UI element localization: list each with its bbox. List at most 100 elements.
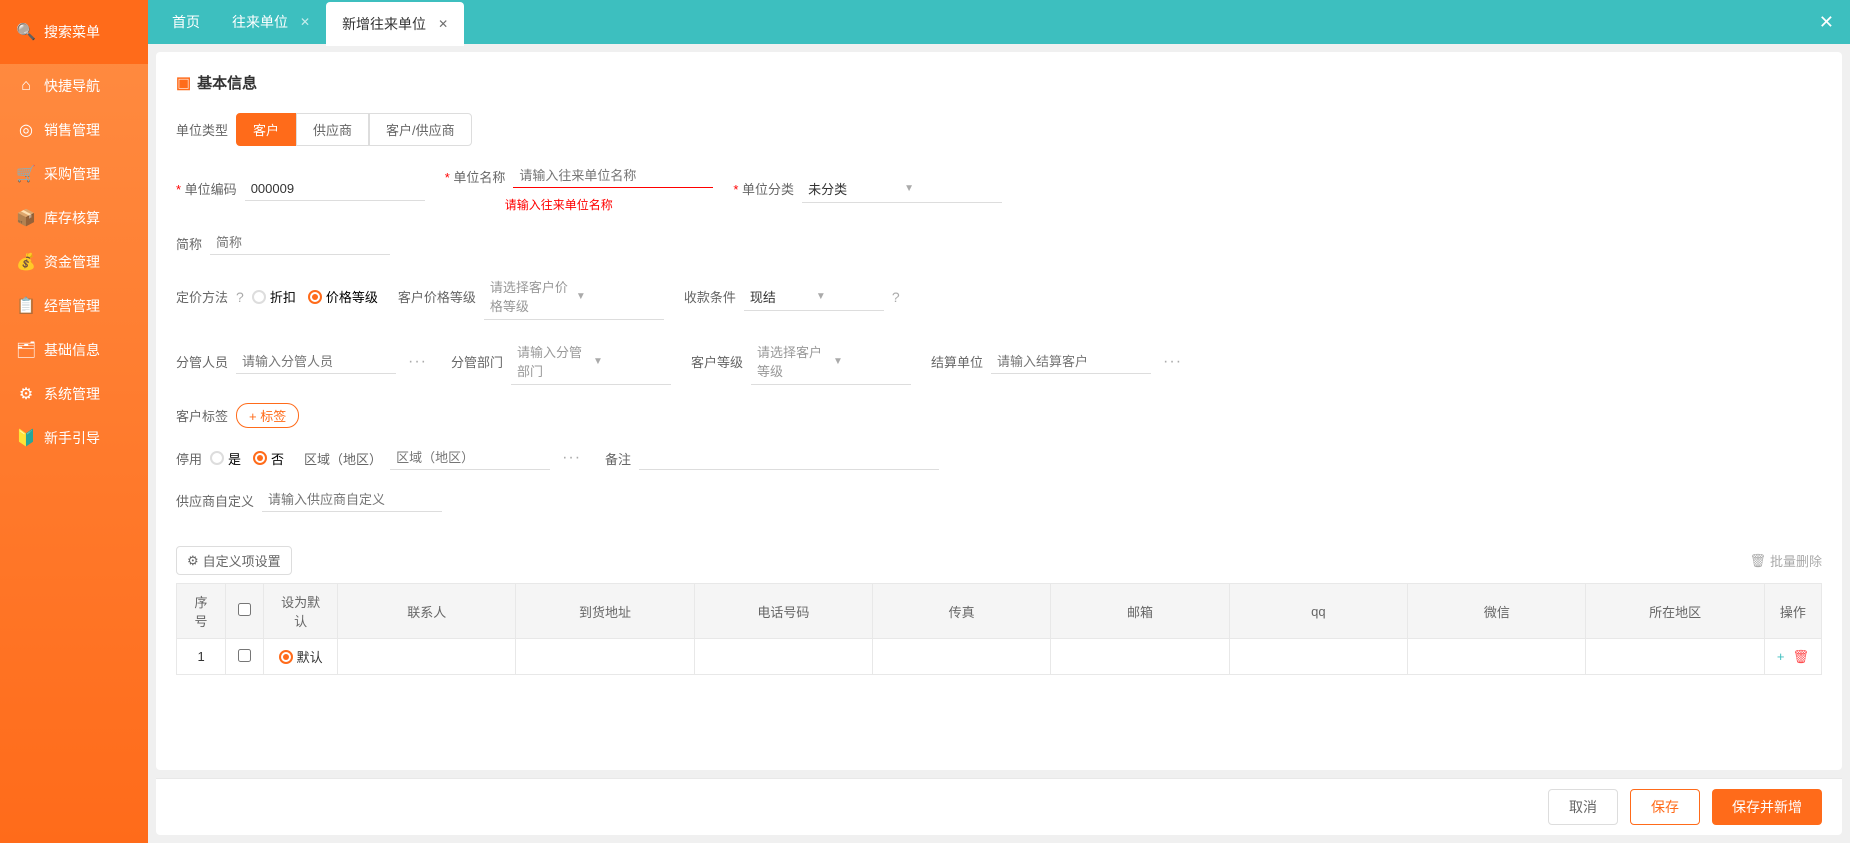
sidebar-item-purchase-label: 采购管理 <box>44 164 100 184</box>
radio-disable-no-circle <box>253 451 267 465</box>
sidebar-item-purchase[interactable]: 🛒 采购管理 <box>0 152 148 196</box>
batch-delete-icon: 🗑 <box>1749 553 1766 569</box>
search-menu-item[interactable]: 🔍 搜索菜单 <box>0 10 148 54</box>
main-close-button[interactable]: ✕ <box>1811 12 1842 33</box>
payment-terms-help-icon[interactable]: ? <box>892 289 900 305</box>
row-qq-input[interactable] <box>1242 649 1396 664</box>
row-seq: 1 <box>177 639 226 675</box>
radio-disable-yes[interactable]: 是 <box>210 449 241 468</box>
customer-level-select[interactable]: 请选择客户等级 ▼ <box>751 338 911 385</box>
disable-radio-group: 是 否 <box>210 449 284 468</box>
row-contact-input[interactable] <box>350 649 503 664</box>
customer-level-label: 客户等级 <box>691 352 743 371</box>
sidebar-item-quick-nav-label: 快捷导航 <box>44 76 100 96</box>
tab-new-trading-unit-label: 新增往来单位 <box>342 14 426 34</box>
short-name-field: 简称 <box>176 231 390 255</box>
remarks-field: 备注 <box>605 446 939 470</box>
guide-icon: 🔰 <box>16 428 36 448</box>
row-checkbox-cell <box>226 639 264 675</box>
tab-new-trading-unit[interactable]: 新增往来单位 ✕ <box>326 2 464 46</box>
row-action: + 🗑 <box>1764 639 1821 675</box>
pricing-method-help-icon[interactable]: ? <box>236 289 244 305</box>
customer-price-level-select[interactable]: 请选择客户价格等级 ▼ <box>484 273 664 320</box>
short-name-input[interactable] <box>210 231 390 255</box>
row-fax-input[interactable] <box>885 649 1038 664</box>
select-all-checkbox[interactable] <box>238 603 251 616</box>
region-input[interactable] <box>390 446 550 470</box>
tab-trading-units-close[interactable]: ✕ <box>300 15 310 29</box>
row-checkbox[interactable] <box>238 649 251 662</box>
department-select[interactable]: 请输入分管部门 ▼ <box>511 338 671 385</box>
unit-category-arrow: ▼ <box>904 183 996 194</box>
sidebar-item-finance[interactable]: 💰 资金管理 <box>0 240 148 284</box>
radio-price-level[interactable]: 价格等级 <box>308 287 378 306</box>
customer-price-level-placeholder: 请选择客户价格等级 <box>490 277 572 315</box>
tab-trading-units[interactable]: 往来单位 ✕ <box>216 0 326 44</box>
settlement-unit-more-btn[interactable]: ··· <box>1159 351 1186 373</box>
save-button[interactable]: 保存 <box>1630 789 1700 825</box>
row-wechat-input[interactable] <box>1420 649 1573 664</box>
row-add-button[interactable]: + <box>1777 649 1785 664</box>
settlement-unit-label: 结算单位 <box>931 352 983 371</box>
col-delivery-addr: 到货地址 <box>516 584 694 639</box>
row-delete-button[interactable]: 🗑 <box>1792 649 1809 665</box>
col-email: 邮箱 <box>1051 584 1229 639</box>
unit-category-label: 单位分类 <box>733 179 794 198</box>
sidebar-item-basic-info[interactable]: 🗂 基础信息 <box>0 328 148 372</box>
region-more-btn[interactable]: ··· <box>558 447 585 469</box>
sidebar-search[interactable]: 🔍 搜索菜单 <box>0 0 148 64</box>
batch-delete-button[interactable]: 🗑 批量删除 <box>1749 551 1822 570</box>
region-field: 区域（地区） ··· <box>304 446 585 470</box>
batch-delete-label: 批量删除 <box>1770 551 1822 570</box>
settlement-unit-input[interactable] <box>991 350 1151 374</box>
radio-discount[interactable]: 折扣 <box>252 287 296 306</box>
remarks-label: 备注 <box>605 449 631 468</box>
radio-discount-label: 折扣 <box>270 287 296 306</box>
cancel-button[interactable]: 取消 <box>1548 789 1618 825</box>
customer-tag-label: 客户标签 <box>176 406 228 425</box>
disable-field: 停用 是 否 <box>176 449 284 468</box>
sidebar-item-inventory[interactable]: 📦 库存核算 <box>0 196 148 240</box>
row-delivery-addr-input[interactable] <box>528 649 681 664</box>
row-phone-input[interactable] <box>707 649 860 664</box>
row-region-input[interactable] <box>1598 649 1751 664</box>
unit-name-input[interactable] <box>513 164 713 188</box>
row-email-input[interactable] <box>1063 649 1216 664</box>
sidebar-item-operations[interactable]: 📋 经营管理 <box>0 284 148 328</box>
pricing-radio-group: 折扣 价格等级 <box>252 287 378 306</box>
payment-terms-select[interactable]: 现结 ▼ <box>744 283 884 311</box>
row-contact <box>338 639 516 675</box>
unit-category-select[interactable]: 未分类 ▼ <box>802 175 1002 203</box>
tab-home[interactable]: 首页 <box>156 0 216 44</box>
manager-input[interactable] <box>236 350 396 374</box>
unit-btn-both[interactable]: 客户/供应商 <box>369 113 472 146</box>
remarks-input[interactable] <box>639 446 939 470</box>
radio-disable-no-label: 否 <box>271 449 284 468</box>
manager-more-btn[interactable]: ··· <box>404 351 431 373</box>
unit-code-input[interactable] <box>245 177 425 201</box>
radio-disable-no[interactable]: 否 <box>253 449 284 468</box>
supplier-custom-label: 供应商自定义 <box>176 491 254 510</box>
row-default-label: 默认 <box>297 647 323 666</box>
sidebar-item-sales[interactable]: ◎ 销售管理 <box>0 108 148 152</box>
radio-discount-circle <box>252 290 266 304</box>
manager-row: 分管人员 ··· 分管部门 请输入分管部门 ▼ 客户等级 请选择客户等级 ▼ <box>176 338 1822 385</box>
pricing-row: 定价方法 ? 折扣 价格等级 客户价格等级 <box>176 273 1822 320</box>
supplier-custom-input[interactable] <box>262 488 442 512</box>
system-icon: ⚙ <box>16 384 36 404</box>
add-tag-button[interactable]: + 标签 <box>236 403 299 428</box>
sidebar-item-quick-nav[interactable]: ⌂ 快捷导航 <box>0 64 148 108</box>
unit-category-value: 未分类 <box>808 179 900 198</box>
custom-settings-button[interactable]: ⚙ 自定义项设置 <box>176 546 292 575</box>
sidebar-item-system[interactable]: ⚙ 系统管理 <box>0 372 148 416</box>
row-default-radio[interactable] <box>279 650 293 664</box>
sidebar-item-guide[interactable]: 🔰 新手引导 <box>0 416 148 460</box>
unit-btn-supplier[interactable]: 供应商 <box>296 113 369 146</box>
unit-btn-customer[interactable]: 客户 <box>236 113 296 146</box>
department-label: 分管部门 <box>451 352 503 371</box>
search-menu-label: 搜索菜单 <box>44 22 100 42</box>
tab-new-trading-unit-close[interactable]: ✕ <box>438 17 448 31</box>
row-default-cell: 默认 <box>264 639 338 675</box>
department-field: 分管部门 请输入分管部门 ▼ <box>451 338 671 385</box>
save-new-button[interactable]: 保存并新增 <box>1712 789 1822 825</box>
